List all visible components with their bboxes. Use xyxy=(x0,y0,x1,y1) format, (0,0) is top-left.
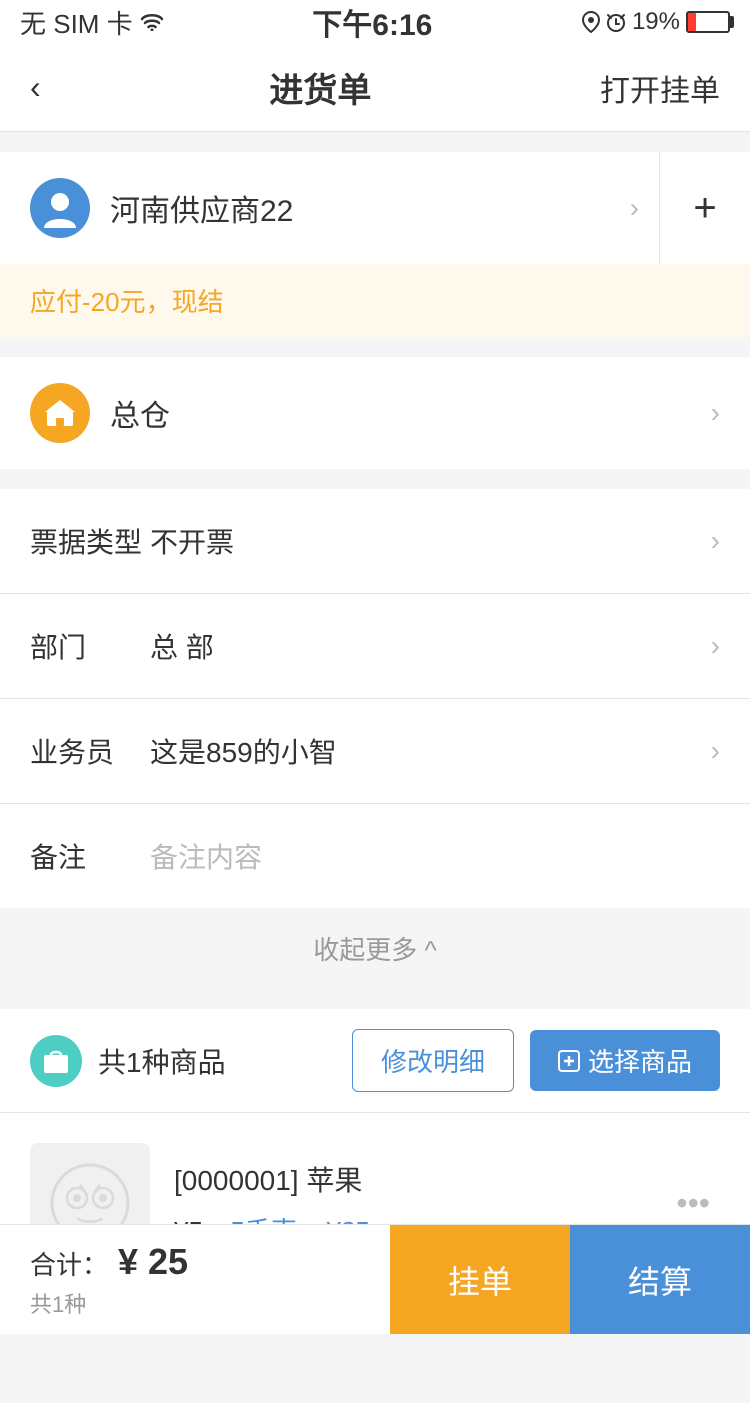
total-label-row: 合计： ¥ 25 xyxy=(30,1241,360,1283)
status-left: 无 SIM 卡 xyxy=(20,4,163,41)
gap-4 xyxy=(0,989,750,1009)
products-icon-wrap xyxy=(30,1035,82,1087)
select-product-label: 选择商品 xyxy=(588,1042,692,1079)
back-button[interactable]: ‹ xyxy=(30,69,41,106)
shopping-bag-icon xyxy=(40,1045,72,1077)
add-supplier-button[interactable]: + xyxy=(660,152,750,264)
bottom-bar: 合计： ¥ 25 共1种 挂单 结算 xyxy=(0,1224,750,1334)
products-header: 共1种商品 修改明细 选择商品 xyxy=(0,1009,750,1113)
location-icon xyxy=(582,11,600,33)
chevron-right-icon: › xyxy=(711,630,720,662)
products-count: 共1种商品 xyxy=(98,1041,352,1081)
chevron-right-icon: › xyxy=(711,735,720,767)
invoice-type-row[interactable]: 票据类型 不开票 › xyxy=(0,489,750,594)
salesman-label: 业务员 xyxy=(30,731,150,771)
chevron-right-icon: › xyxy=(711,397,720,429)
open-suspend-button[interactable]: 打开挂单 xyxy=(600,66,720,110)
suspend-button[interactable]: 挂单 xyxy=(390,1225,570,1334)
product-name: [0000001] 苹果 xyxy=(174,1159,666,1199)
warehouse-icon xyxy=(43,396,77,430)
select-product-icon xyxy=(558,1050,580,1072)
page-title: 进货单 xyxy=(269,63,371,112)
nav-bar: ‹ 进货单 打开挂单 xyxy=(0,44,750,132)
warehouse-icon-wrap xyxy=(30,383,90,443)
plus-icon: + xyxy=(693,186,716,231)
note-placeholder: 备注内容 xyxy=(150,836,720,876)
battery-icon xyxy=(686,11,730,33)
product-title: 苹果 xyxy=(306,1165,362,1196)
gap-2 xyxy=(0,337,750,357)
person-icon xyxy=(40,188,80,228)
dept-value: 总 部 xyxy=(150,626,711,666)
collapse-label: 收起更多 ^ xyxy=(313,935,436,965)
supplier-section: 河南供应商22 › + xyxy=(0,152,750,264)
alarm-icon xyxy=(606,11,626,33)
warehouse-name: 总仓 xyxy=(110,391,701,435)
supplier-selector[interactable]: 河南供应商22 › xyxy=(0,152,660,264)
total-amount: ¥ 25 xyxy=(118,1241,188,1283)
form-section: 票据类型 不开票 › 部门 总 部 › 业务员 这是859的小智 › 备注 备注… xyxy=(0,489,750,908)
status-time: 下午6:16 xyxy=(312,0,432,44)
notice-text: 应付-20元，现结 xyxy=(30,287,224,317)
salesman-row[interactable]: 业务员 这是859的小智 › xyxy=(0,699,750,804)
total-sub: 共1种 xyxy=(30,1287,360,1319)
collapse-button[interactable]: 收起更多 ^ xyxy=(0,908,750,989)
select-product-button[interactable]: 选择商品 xyxy=(530,1030,720,1091)
notice-bar: 应付-20元，现结 xyxy=(0,264,750,337)
invoice-label: 票据类型 xyxy=(30,521,150,561)
gap-1 xyxy=(0,132,750,152)
battery-percent: 19% xyxy=(632,8,680,36)
edit-detail-button[interactable]: 修改明细 xyxy=(352,1029,514,1092)
warehouse-selector[interactable]: 总仓 › xyxy=(0,357,750,469)
status-bar: 无 SIM 卡 下午6:16 19% xyxy=(0,0,750,44)
carrier-text: 无 SIM 卡 xyxy=(20,4,133,41)
supplier-name: 河南供应商22 xyxy=(110,186,620,230)
dept-row[interactable]: 部门 总 部 › xyxy=(0,594,750,699)
dept-label: 部门 xyxy=(30,626,150,666)
product-code: [0000001] xyxy=(174,1165,299,1196)
total-label: 合计： xyxy=(30,1245,108,1282)
product-more-button[interactable]: ••• xyxy=(666,1175,720,1232)
invoice-value: 不开票 xyxy=(150,521,711,561)
status-right: 19% xyxy=(582,8,730,36)
note-row[interactable]: 备注 备注内容 xyxy=(0,804,750,908)
total-section: 合计： ¥ 25 共1种 xyxy=(0,1225,390,1334)
note-label: 备注 xyxy=(30,836,150,876)
wifi-icon xyxy=(141,13,163,31)
chevron-right-icon: › xyxy=(711,525,720,557)
gap-3 xyxy=(0,469,750,489)
checkout-button[interactable]: 结算 xyxy=(570,1225,750,1334)
avatar xyxy=(30,178,90,238)
salesman-value: 这是859的小智 xyxy=(150,731,711,771)
chevron-right-icon: › xyxy=(630,192,639,224)
